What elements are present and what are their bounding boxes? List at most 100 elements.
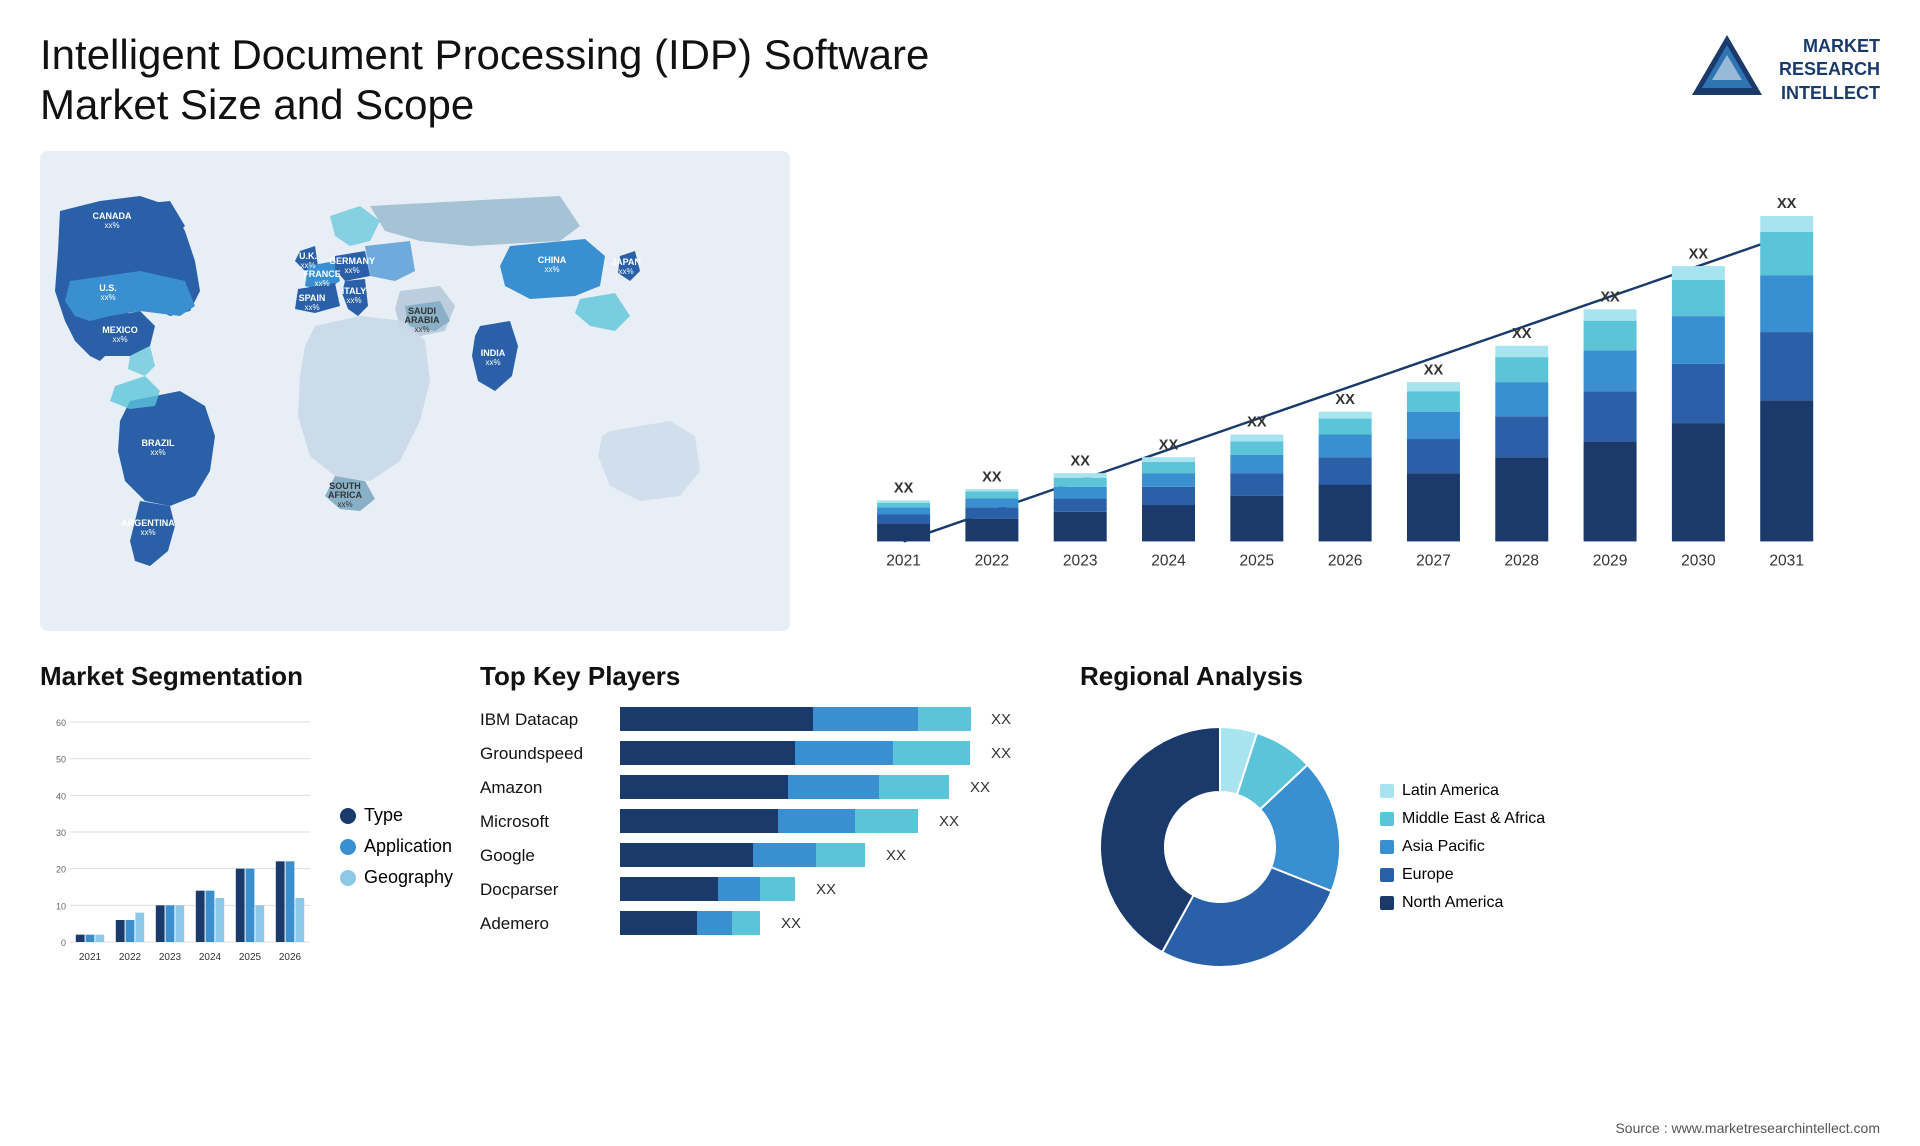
svg-text:2025: 2025: [1240, 552, 1275, 569]
pie-svg: [1080, 707, 1360, 987]
pie-legend-dot: [1380, 812, 1394, 826]
svg-text:0: 0: [61, 938, 66, 948]
svg-text:xx%: xx%: [414, 325, 429, 334]
bar-chart-container: XX2021XX2022XX2023XX2024XX2025XX2026XX20…: [820, 151, 1880, 631]
svg-text:xx%: xx%: [140, 528, 155, 537]
svg-text:XX: XX: [1777, 196, 1797, 212]
svg-text:2021: 2021: [79, 952, 102, 963]
header: Intelligent Document Processing (IDP) So…: [40, 30, 1880, 131]
key-players-title: Top Key Players: [480, 661, 1060, 692]
player-row: Microsoft XX: [480, 809, 1060, 835]
svg-text:xx%: xx%: [344, 266, 359, 275]
pie-legend-dot: [1380, 896, 1394, 910]
svg-text:2031: 2031: [1769, 552, 1804, 569]
svg-text:XX: XX: [1335, 392, 1355, 408]
seg-legend-item: Type: [340, 805, 453, 826]
player-name: Groundspeed: [480, 744, 610, 764]
player-value: XX: [816, 881, 836, 898]
svg-text:xx%: xx%: [618, 267, 633, 276]
svg-text:20: 20: [56, 864, 66, 874]
player-row: IBM DatacapXX: [480, 707, 1060, 733]
svg-text:30: 30: [56, 828, 66, 838]
svg-text:xx%: xx%: [337, 500, 352, 509]
svg-text:40: 40: [56, 791, 66, 801]
legend-dot: [340, 870, 356, 886]
player-name: IBM Datacap: [480, 710, 610, 730]
player-row: AmazonXX: [480, 775, 1060, 801]
segmentation-container: Market Segmentation 01020304050602021202…: [40, 661, 460, 1031]
legend-dot: [340, 839, 356, 855]
regional-title: Regional Analysis: [1080, 661, 1880, 692]
svg-text:AFRICA: AFRICA: [328, 490, 362, 500]
player-value: XX: [939, 813, 959, 830]
svg-text:50: 50: [56, 754, 66, 764]
svg-text:XX: XX: [982, 469, 1002, 485]
page-title: Intelligent Document Processing (IDP) So…: [40, 30, 940, 131]
svg-text:U.S.: U.S.: [99, 283, 117, 293]
seg-legend: TypeApplicationGeography: [340, 805, 453, 888]
player-bar-svg: [620, 911, 765, 937]
player-value: XX: [781, 915, 801, 932]
bar-chart-svg: XX2021XX2022XX2023XX2024XX2025XX2026XX20…: [840, 171, 1860, 601]
player-row: Ademero XX: [480, 911, 1060, 937]
seg-legend-item: Geography: [340, 867, 453, 888]
pie-legend-dot: [1380, 784, 1394, 798]
svg-text:XX: XX: [1247, 414, 1267, 430]
svg-text:xx%: xx%: [112, 335, 127, 344]
svg-text:60: 60: [56, 718, 66, 728]
pie-legend-label: Latin America: [1402, 782, 1499, 800]
svg-text:XX: XX: [1159, 437, 1179, 453]
svg-text:2027: 2027: [1416, 552, 1451, 569]
seg-chart-wrap: 0102030405060202120222023202420252026 Ty…: [40, 707, 460, 987]
svg-text:2022: 2022: [975, 552, 1010, 569]
player-bar-svg: [620, 741, 975, 767]
players-list: IBM DatacapXXGroundspeedXXAmazonXXMicros…: [480, 707, 1060, 937]
svg-text:XX: XX: [1600, 289, 1620, 305]
svg-text:XX: XX: [1424, 362, 1444, 378]
player-name: Ademero: [480, 914, 610, 934]
player-bar-svg: [620, 843, 870, 869]
legend-label: Type: [364, 805, 403, 826]
svg-text:ITALY: ITALY: [342, 286, 367, 296]
player-bar-svg: [620, 809, 923, 835]
pie-legend-item: Asia Pacific: [1380, 838, 1545, 856]
regional-wrap: Latin AmericaMiddle East & AfricaAsia Pa…: [1080, 707, 1880, 987]
svg-text:2025: 2025: [239, 952, 262, 963]
player-name: Docparser: [480, 880, 610, 900]
pie-legend-label: North America: [1402, 894, 1503, 912]
map-container: CANADA xx% U.S. xx% MEXICO xx% BRAZIL xx…: [40, 151, 790, 631]
pie-legend: Latin AmericaMiddle East & AfricaAsia Pa…: [1380, 782, 1545, 912]
svg-text:xx%: xx%: [485, 358, 500, 367]
pie-legend-dot: [1380, 840, 1394, 854]
pie-legend-label: Europe: [1402, 866, 1454, 884]
svg-text:xx%: xx%: [100, 293, 115, 302]
svg-text:xx%: xx%: [544, 265, 559, 274]
player-row: Docparser XX: [480, 877, 1060, 903]
world-map-svg: CANADA xx% U.S. xx% MEXICO xx% BRAZIL xx…: [40, 151, 790, 631]
pie-legend-item: Europe: [1380, 866, 1545, 884]
player-name: Microsoft: [480, 812, 610, 832]
svg-text:2024: 2024: [1151, 552, 1186, 569]
svg-text:CANADA: CANADA: [93, 211, 132, 221]
svg-text:XX: XX: [1689, 246, 1709, 262]
svg-text:2028: 2028: [1504, 552, 1539, 569]
player-value: XX: [886, 847, 906, 864]
pie-legend-item: Latin America: [1380, 782, 1545, 800]
svg-text:xx%: xx%: [150, 448, 165, 457]
svg-text:xx%: xx%: [104, 221, 119, 230]
legend-dot: [340, 808, 356, 824]
player-name: Google: [480, 846, 610, 866]
svg-text:U.K.: U.K.: [299, 251, 317, 261]
pie-legend-label: Asia Pacific: [1402, 838, 1485, 856]
player-row: Google XX: [480, 843, 1060, 869]
key-players-container: Top Key Players IBM DatacapXXGroundspeed…: [480, 661, 1060, 1031]
player-name: Amazon: [480, 778, 610, 798]
regional-container: Regional Analysis Latin AmericaMiddle Ea…: [1080, 661, 1880, 1031]
svg-text:CHINA: CHINA: [538, 255, 567, 265]
svg-text:BRAZIL: BRAZIL: [142, 438, 175, 448]
player-row: GroundspeedXX: [480, 741, 1060, 767]
svg-text:xx%: xx%: [314, 279, 329, 288]
svg-text:XX: XX: [1070, 453, 1090, 469]
svg-text:2030: 2030: [1681, 552, 1716, 569]
svg-text:XX: XX: [894, 480, 914, 496]
